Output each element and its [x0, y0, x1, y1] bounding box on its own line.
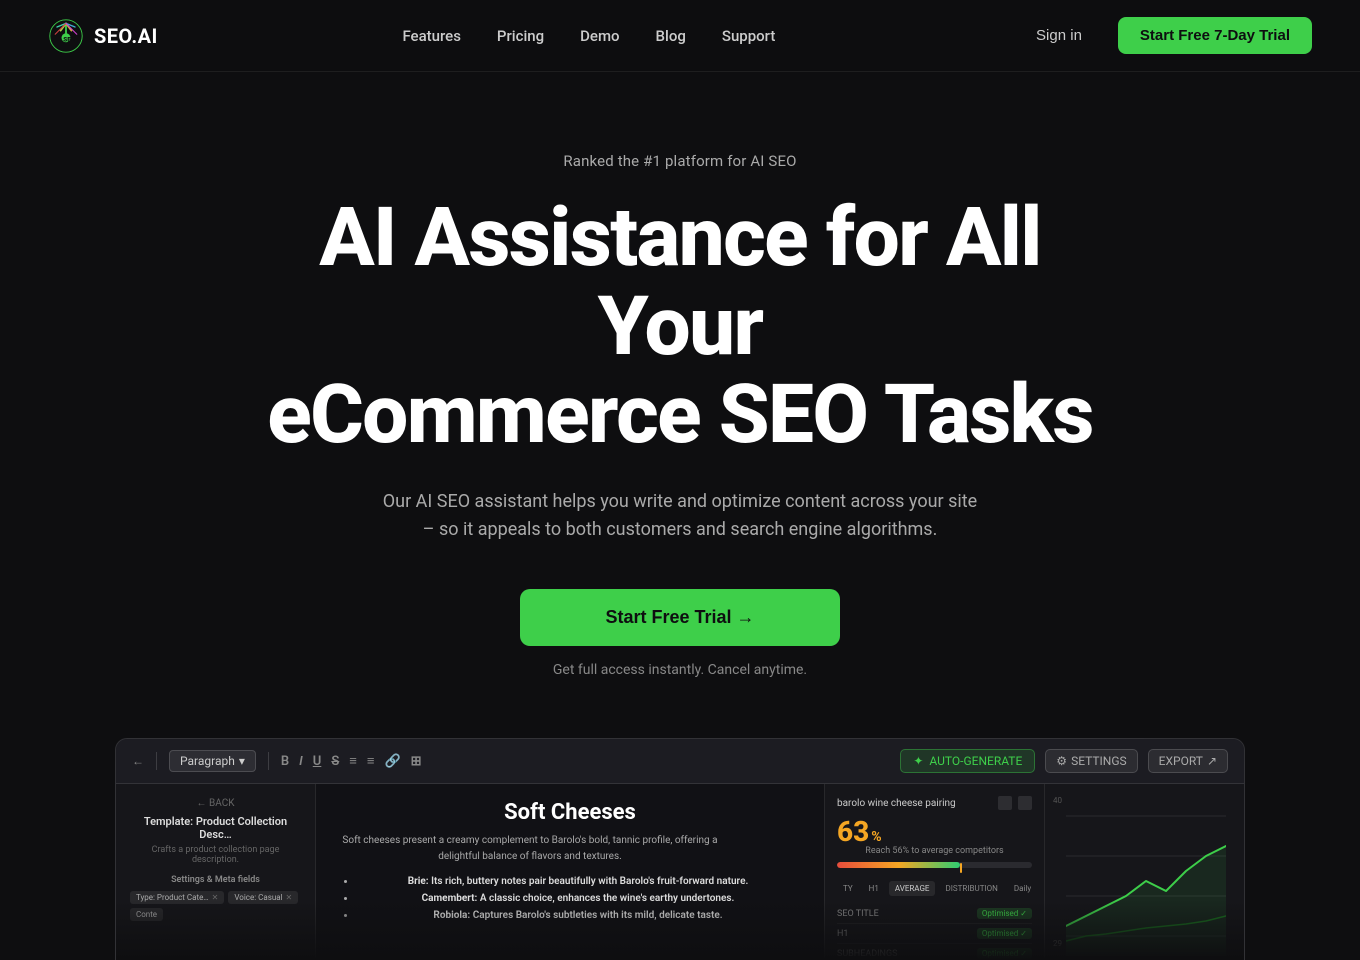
- preview-left-panel: ← BACK Template: Product Collection Desc…: [116, 784, 316, 960]
- preview-chart-panel: 40 29: [1044, 784, 1244, 960]
- preview-section-label: Settings & Meta fields: [130, 875, 301, 885]
- preview-template-desc: Crafts a product collection page descrip…: [130, 845, 301, 865]
- toolbar-settings-button[interactable]: ⚙ SETTINGS: [1045, 749, 1137, 773]
- score-bar-fill: [837, 862, 960, 868]
- seo-field-subheadings: SUBHEADINGS Optimised ✓: [837, 944, 1032, 960]
- preview-bullet-list: Brie: Its rich, buttery notes pair beaut…: [340, 873, 800, 924]
- toolbar-divider-1: [156, 752, 157, 770]
- seo-h1-label: H1: [837, 929, 848, 939]
- hero-title: AI Assistance for All Your eCommerce SEO…: [230, 194, 1130, 460]
- hero-badge: Ranked the #1 platform for AI SEO: [563, 152, 796, 170]
- nav-blog[interactable]: Blog: [656, 27, 686, 45]
- seo-tab-ty[interactable]: TY: [837, 881, 859, 896]
- preview-content-title: Soft Cheeses: [340, 800, 800, 825]
- preview-tags: Type: Product Cate… ✕ Voice: Casual ✕ Co…: [130, 891, 301, 921]
- toolbar-right-actions: ✦ AUTO-GENERATE ⚙ SETTINGS EXPORT ↗: [900, 749, 1228, 773]
- y-label-29: 29: [1053, 939, 1062, 948]
- preview-body: ← BACK Template: Product Collection Desc…: [116, 784, 1244, 960]
- auto-generate-icon: ✦: [913, 754, 923, 768]
- preview-main-content: Soft Cheeses Soft cheeses present a crea…: [316, 784, 824, 960]
- table-icon[interactable]: ⊞: [411, 754, 422, 769]
- score-bar-marker: [960, 863, 962, 873]
- seo-keyword-title: barolo wine cheese pairing: [837, 798, 956, 809]
- bullet-robiola: Robiola: Captures Barolo's subtleties wi…: [356, 907, 800, 924]
- score-bar: [837, 862, 1032, 868]
- seo-tab-distribution[interactable]: DISTRIBUTION: [939, 881, 1003, 896]
- strikethrough-icon[interactable]: S: [331, 754, 339, 769]
- bullet-brie: Brie: Its rich, buttery notes pair beaut…: [356, 873, 800, 890]
- seo-score-display: 63 %: [837, 818, 1032, 846]
- nav-support[interactable]: Support: [722, 27, 775, 45]
- toolbar-formatting-icons: B I U S ≡ ≡ 🔗 ⊞: [281, 753, 422, 769]
- hero-cta-button[interactable]: Start Free Trial →: [520, 589, 840, 646]
- seo-tabs: TY H1 AVERAGE DISTRIBUTION Daily: [837, 881, 1032, 896]
- seo-tab-average[interactable]: AVERAGE: [889, 881, 936, 896]
- seo-title-badge: Optimised ✓: [977, 908, 1032, 919]
- sign-in-button[interactable]: Sign in: [1020, 19, 1098, 52]
- toolbar-back: ←: [132, 754, 144, 768]
- toolbar-paragraph-select[interactable]: Paragraph ▾: [169, 750, 256, 772]
- logo-icon: SEO: [48, 18, 84, 54]
- nav-pricing[interactable]: Pricing: [497, 27, 544, 45]
- bold-icon[interactable]: B: [281, 754, 289, 769]
- chart-y-labels: 40 29: [1053, 796, 1066, 948]
- italic-icon[interactable]: I: [299, 754, 303, 769]
- preview-content-paragraph: Soft cheeses present a creamy complement…: [340, 833, 720, 865]
- logo-text: SEO.AI: [94, 24, 158, 48]
- preview-toolbar: ← Paragraph ▾ B I U S ≡ ≡ 🔗 ⊞ ✦ AUTO-GEN…: [116, 739, 1244, 784]
- nav-features[interactable]: Features: [402, 27, 460, 45]
- underline-icon[interactable]: U: [313, 754, 322, 769]
- seo-subheadings-label: SUBHEADINGS: [837, 949, 897, 959]
- navbar: SEO SEO.AI Features Pricing Demo Blog Su…: [0, 0, 1360, 72]
- auto-generate-button[interactable]: ✦ AUTO-GENERATE: [900, 749, 1035, 773]
- seo-panel: barolo wine cheese pairing 63 % Reach 56…: [824, 784, 1044, 960]
- export-icon: ↗: [1207, 754, 1217, 768]
- seo-h1-badge: Optimised ✓: [977, 928, 1032, 939]
- tag-voice: Voice: Casual ✕: [228, 891, 298, 904]
- seo-score-suffix: %: [871, 829, 881, 845]
- cta-fine-print: Get full access instantly. Cancel anytim…: [553, 662, 807, 678]
- nav-actions: Sign in Start Free 7-Day Trial: [1020, 17, 1312, 54]
- logo-link[interactable]: SEO SEO.AI: [48, 18, 158, 54]
- seo-reach-text: Reach 56% to average competitors: [837, 846, 1032, 856]
- nav-demo[interactable]: Demo: [580, 27, 619, 45]
- chart-svg: [1066, 796, 1226, 956]
- hero-subtitle: Our AI SEO assistant helps you write and…: [380, 488, 980, 546]
- toolbar-divider-2: [268, 752, 269, 770]
- toolbar-export-button[interactable]: EXPORT ↗: [1148, 749, 1228, 773]
- seo-tab-h1[interactable]: H1: [863, 881, 885, 896]
- list-icon[interactable]: ≡: [349, 753, 357, 769]
- preview-template-title: Template: Product Collection Desc…: [130, 815, 301, 841]
- seo-field-h1: H1 Optimised ✓: [837, 924, 1032, 944]
- chart-container: 40 29: [1053, 796, 1236, 948]
- seo-tab-daily[interactable]: Daily: [1008, 881, 1037, 896]
- svg-text:SEO: SEO: [63, 35, 75, 43]
- tag-type: Type: Product Cate… ✕: [130, 891, 224, 904]
- app-preview: ← Paragraph ▾ B I U S ≡ ≡ 🔗 ⊞ ✦ AUTO-GEN…: [115, 738, 1245, 960]
- nav-links: Features Pricing Demo Blog Support: [402, 26, 775, 45]
- seo-field-title: SEO TITLE Optimised ✓: [837, 904, 1032, 924]
- ordered-list-icon[interactable]: ≡: [367, 753, 375, 769]
- link-icon[interactable]: 🔗: [384, 754, 400, 769]
- nav-trial-button[interactable]: Start Free 7-Day Trial: [1118, 17, 1312, 54]
- hero-section: Ranked the #1 platform for AI SEO AI Ass…: [0, 72, 1360, 960]
- seo-subheadings-badge: Optimised ✓: [977, 948, 1032, 959]
- seo-header: barolo wine cheese pairing: [837, 796, 1032, 810]
- seo-score-number: 63: [837, 818, 869, 846]
- seo-title-label: SEO TITLE: [837, 909, 879, 919]
- preview-back-label: ← BACK: [130, 798, 301, 809]
- seo-edit-icon-1[interactable]: [998, 796, 1012, 810]
- bullet-camembert: Camembert: A classic choice, enhances th…: [356, 890, 800, 907]
- tag-content: Conte: [130, 908, 163, 921]
- y-label-40: 40: [1053, 796, 1062, 805]
- seo-edit-icons: [998, 796, 1032, 810]
- seo-edit-icon-2[interactable]: [1018, 796, 1032, 810]
- settings-icon: ⚙: [1056, 754, 1067, 768]
